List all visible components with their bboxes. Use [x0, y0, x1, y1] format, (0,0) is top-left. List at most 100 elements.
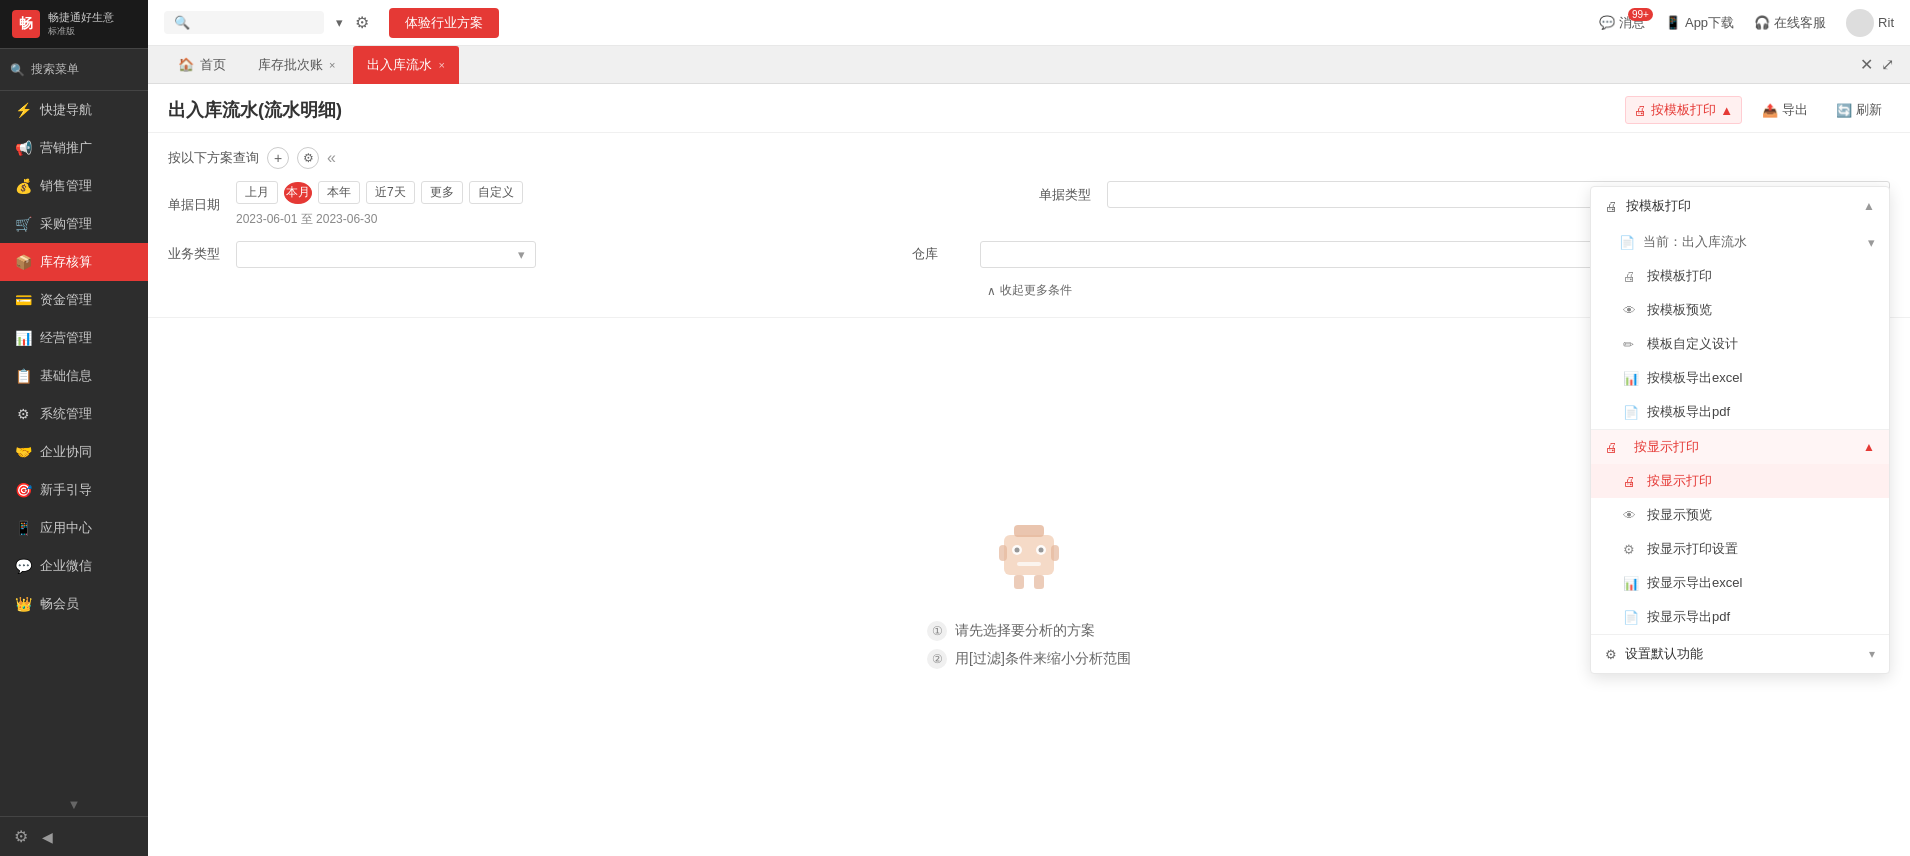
- app-download-button[interactable]: 📱 App下载: [1665, 14, 1734, 32]
- current-template-label: 当前：出入库流水: [1643, 233, 1747, 251]
- page-title: 出入库流水(流水明细): [168, 98, 342, 122]
- sidebar-item-system[interactable]: ⚙ 系统管理: [0, 395, 148, 433]
- topbar-search-area[interactable]: 🔍: [164, 11, 324, 34]
- sidebar-item-guide[interactable]: 🎯 新手引导: [0, 471, 148, 509]
- display-excel-icon: 📊: [1623, 576, 1639, 591]
- sidebar-item-cooperation[interactable]: 🤝 企业协同: [0, 433, 148, 471]
- message-button[interactable]: 💬 消息 99+: [1599, 14, 1645, 32]
- prev-month-button[interactable]: 上月: [236, 181, 278, 204]
- display-preview-item[interactable]: 👁 按显示预览: [1591, 498, 1889, 532]
- sidebar-item-inventory[interactable]: 📦 库存核算: [0, 243, 148, 281]
- sidebar-scroll-down[interactable]: ▼: [0, 793, 148, 816]
- template-print-header-icon: 🖨: [1605, 199, 1618, 214]
- warehouse-select[interactable]: ···: [980, 241, 1636, 268]
- logo-text: 畅捷通好生意: [48, 10, 114, 24]
- tab-stock-flow[interactable]: 出入库流水 ×: [353, 46, 458, 84]
- user-name: Rit: [1878, 15, 1894, 30]
- topbar-settings-icon[interactable]: ⚙: [355, 13, 369, 32]
- empty-step-1: ① 请先选择要分析的方案: [927, 621, 1131, 641]
- online-service-button[interactable]: 🎧 在线客服: [1754, 14, 1826, 32]
- sidebar-item-finance[interactable]: 💳 资金管理: [0, 281, 148, 319]
- display-export-excel-label: 按显示导出excel: [1647, 574, 1742, 592]
- display-print-header[interactable]: 🖨 按显示打印 ▲: [1591, 430, 1889, 464]
- topbar-right: 💬 消息 99+ 📱 App下载 🎧 在线客服 Rit: [1599, 9, 1894, 37]
- filter-settings-button[interactable]: ⚙: [297, 147, 319, 169]
- warehouse-label: 仓库: [912, 245, 972, 263]
- display-print-settings-item[interactable]: ⚙ 按显示打印设置: [1591, 532, 1889, 566]
- window-maximize-icon[interactable]: ⤢: [1881, 55, 1894, 74]
- default-function-item[interactable]: ⚙ 设置默认功能 ▾: [1591, 635, 1889, 673]
- quick-nav-icon: ⚡: [14, 102, 32, 118]
- sidebar-search[interactable]: 🔍 搜索菜单: [0, 49, 148, 91]
- display-preview-label: 按显示预览: [1647, 506, 1712, 524]
- template-export-excel-item[interactable]: 📊 按模板导出excel: [1591, 361, 1889, 395]
- sidebar-nav: ⚡ 快捷导航 📢 营销推广 💰 销售管理 🛒 采购管理 📦 库存核算 💳 资金管…: [0, 91, 148, 793]
- last7-button[interactable]: 近7天: [366, 181, 415, 204]
- current-template-chevron: ▾: [1868, 235, 1875, 250]
- template-print-item[interactable]: 🖨 按模板打印: [1591, 259, 1889, 293]
- trial-button[interactable]: 体验行业方案: [389, 8, 499, 38]
- topbar-dropdown-chevron[interactable]: ▾: [336, 15, 343, 30]
- business-type-select[interactable]: ▾: [236, 241, 536, 268]
- page-actions: 🖨 按模板打印 ▲ 📤 导出 🔄 刷新: [1625, 96, 1890, 124]
- collapse-button[interactable]: ∧ 收起更多条件: [975, 278, 1084, 303]
- sidebar-item-wechat[interactable]: 💬 企业微信: [0, 547, 148, 585]
- current-template-item[interactable]: 📄 当前：出入库流水 ▾: [1591, 225, 1889, 259]
- template-excel-icon: 📊: [1623, 371, 1639, 386]
- template-export-pdf-item[interactable]: 📄 按模板导出pdf: [1591, 395, 1889, 429]
- tab-home[interactable]: 🏠 首页: [164, 46, 240, 84]
- template-print-header[interactable]: 🖨 按模板打印 ▲: [1591, 187, 1889, 225]
- sidebar-item-label: 库存核算: [40, 253, 92, 271]
- user-avatar[interactable]: Rit: [1846, 9, 1894, 37]
- template-preview-item[interactable]: 👁 按模板预览: [1591, 293, 1889, 327]
- page-panel: 出入库流水(流水明细) 🖨 按模板打印 ▲ 📤 导出 🔄 刷新: [148, 84, 1910, 856]
- refresh-label: 刷新: [1856, 101, 1882, 119]
- sidebar: 畅 畅捷通好生意 标准版 🔍 搜索菜单 ⚡ 快捷导航 📢 营销推广 💰 销售管理…: [0, 0, 148, 856]
- print-button[interactable]: 🖨 按模板打印 ▲: [1625, 96, 1742, 124]
- sidebar-item-app-center[interactable]: 📱 应用中心: [0, 509, 148, 547]
- sidebar-item-sales[interactable]: 💰 销售管理: [0, 167, 148, 205]
- display-print-item[interactable]: 🖨 按显示打印: [1591, 464, 1889, 498]
- sidebar-item-label: 新手引导: [40, 481, 92, 499]
- step-number-1: ①: [927, 621, 947, 641]
- tab-label: 出入库流水: [367, 56, 432, 74]
- filter-collapse-icon[interactable]: «: [327, 149, 336, 167]
- this-year-button[interactable]: 本年: [318, 181, 360, 204]
- export-button[interactable]: 📤 导出: [1754, 97, 1816, 123]
- tab-close-stock-flow[interactable]: ×: [438, 59, 444, 71]
- refresh-button[interactable]: 🔄 刷新: [1828, 97, 1890, 123]
- footer-collapse-icon[interactable]: ◀: [42, 829, 53, 845]
- avatar-image: [1846, 9, 1874, 37]
- tab-close-inventory-batch[interactable]: ×: [329, 59, 335, 71]
- topbar-search-icon: 🔍: [174, 15, 190, 30]
- export-label: 导出: [1782, 101, 1808, 119]
- filter-add-button[interactable]: +: [267, 147, 289, 169]
- dropdown-panel: 🖨 按模板打印 ▲ 📄 当前：出入库流水 ▾ 🖨 按模板打印: [1590, 186, 1890, 674]
- display-export-excel-item[interactable]: 📊 按显示导出excel: [1591, 566, 1889, 600]
- svg-rect-6: [1017, 562, 1041, 566]
- sidebar-search-button[interactable]: 🔍 搜索菜单: [10, 57, 138, 82]
- sidebar-item-membership[interactable]: 👑 畅会员: [0, 585, 148, 623]
- sidebar-item-label: 销售管理: [40, 177, 92, 195]
- sidebar-item-basic-info[interactable]: 📋 基础信息: [0, 357, 148, 395]
- template-export-pdf-label: 按模板导出pdf: [1647, 403, 1730, 421]
- current-template-icon: 📄: [1619, 235, 1635, 250]
- sidebar-item-operations[interactable]: 📊 经营管理: [0, 319, 148, 357]
- sidebar-item-purchase[interactable]: 🛒 采购管理: [0, 205, 148, 243]
- sidebar-item-label: 营销推广: [40, 139, 92, 157]
- custom-button[interactable]: 自定义: [469, 181, 523, 204]
- sidebar-item-marketing[interactable]: 📢 营销推广: [0, 129, 148, 167]
- footer-settings-icon[interactable]: ⚙: [14, 827, 28, 846]
- window-close-icon[interactable]: ✕: [1860, 55, 1873, 74]
- display-export-pdf-item[interactable]: 📄 按显示导出pdf: [1591, 600, 1889, 634]
- sidebar-item-quick-nav[interactable]: ⚡ 快捷导航: [0, 91, 148, 129]
- more-button[interactable]: 更多: [421, 181, 463, 204]
- finance-icon: 💳: [14, 292, 32, 308]
- sidebar-item-label: 采购管理: [40, 215, 92, 233]
- page-header: 出入库流水(流水明细) 🖨 按模板打印 ▲ 📤 导出 🔄 刷新: [148, 84, 1910, 133]
- tab-inventory-batch[interactable]: 库存批次账 ×: [244, 46, 349, 84]
- topbar-search-input[interactable]: [196, 16, 296, 30]
- this-month-button[interactable]: 本月: [284, 182, 312, 204]
- template-custom-item[interactable]: ✏ 模板自定义设计: [1591, 327, 1889, 361]
- export-icon: 📤: [1762, 103, 1778, 118]
